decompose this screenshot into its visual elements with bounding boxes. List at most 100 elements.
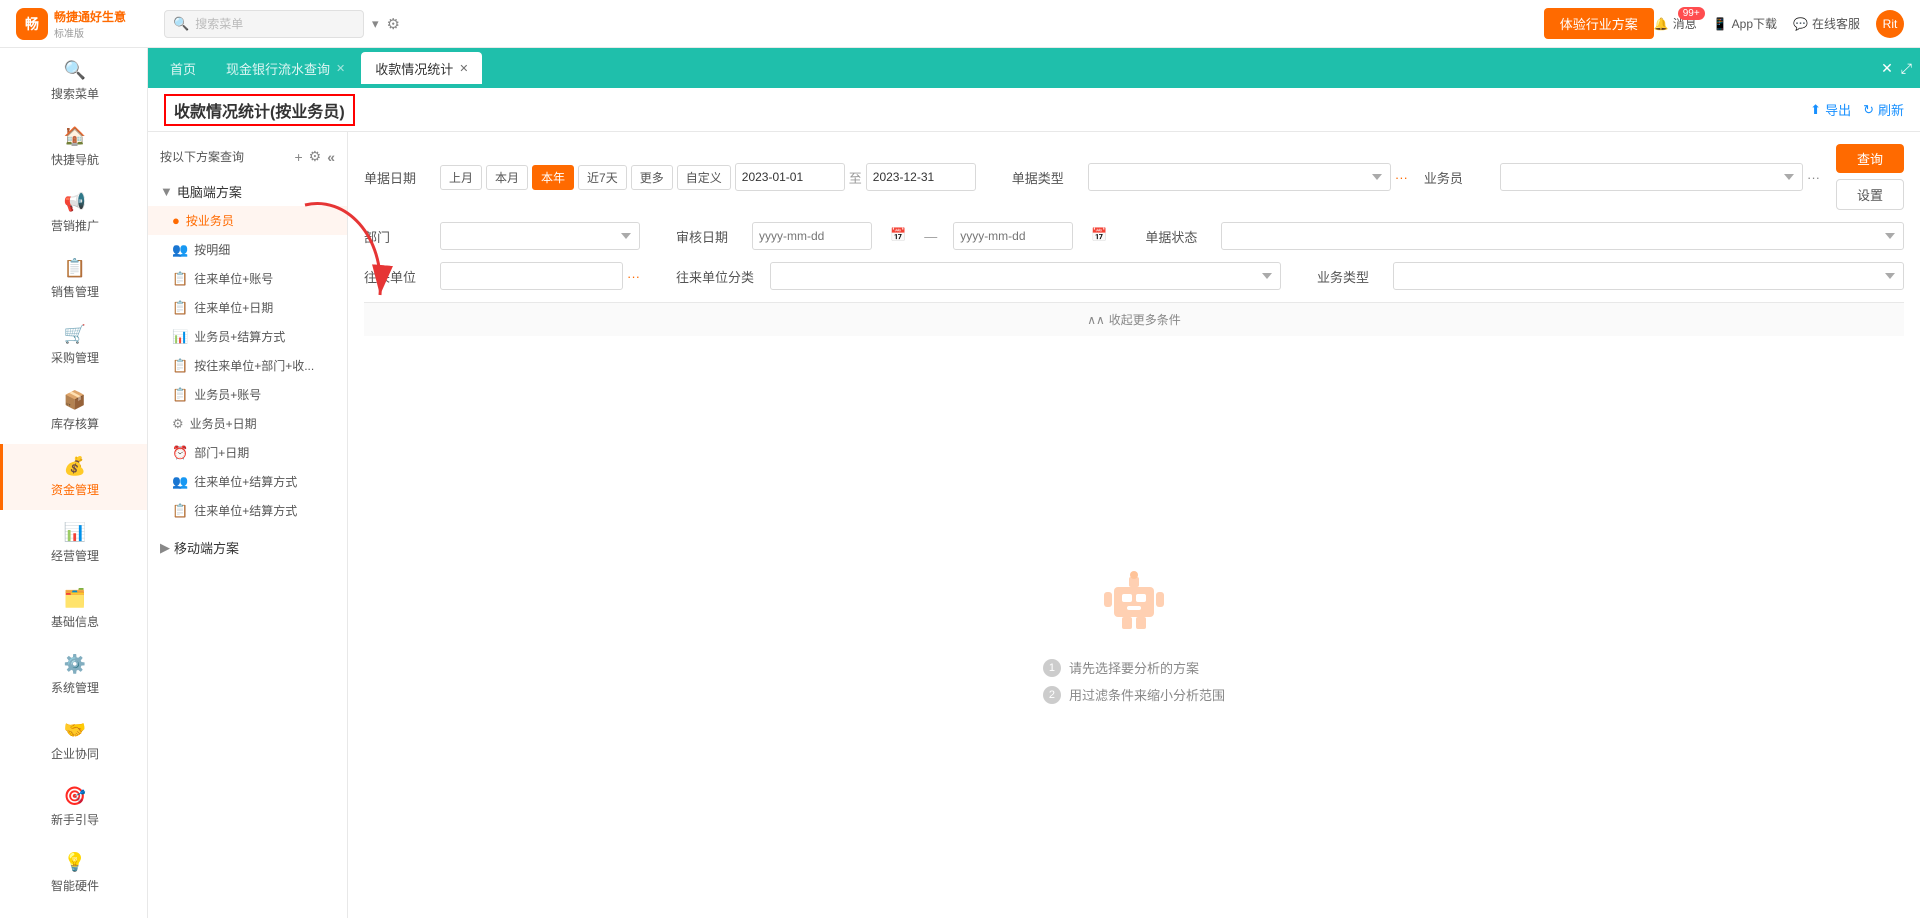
tab-home[interactable]: 首页 — [156, 52, 210, 84]
counterparty-category-select[interactable] — [770, 262, 1281, 290]
settings-btn[interactable]: 设置 — [1836, 179, 1904, 210]
scheme-group-mobile-title[interactable]: ▶ 移动端方案 — [148, 533, 347, 562]
tab-close-all-icon[interactable]: ✕ — [1881, 60, 1893, 77]
date-btn-last-7days[interactable]: 近7天 — [578, 165, 627, 190]
counterparty-input[interactable] — [440, 262, 623, 290]
audit-date-to[interactable] — [953, 222, 1073, 250]
doc-type-more-icon[interactable]: ··· — [1395, 170, 1408, 185]
collapse-label: 收起更多条件 — [1109, 311, 1181, 328]
trial-btn[interactable]: 体验行业方案 — [1544, 8, 1654, 39]
messages-btn[interactable]: 🔔 消息 99+ — [1654, 15, 1697, 32]
date-btn-more[interactable]: 更多 — [631, 165, 673, 190]
sp-account-icon: 📋 — [172, 387, 188, 403]
scheme-collapse-icon[interactable]: « — [327, 149, 335, 165]
search-hint: 搜索菜单 — [195, 15, 243, 32]
doc-type-select[interactable] — [1088, 163, 1391, 191]
scheme-group-mobile-label: 移动端方案 — [174, 538, 239, 557]
sidebar-item-search-menu[interactable]: 🔍 搜索菜单 — [0, 48, 147, 114]
sidebar-item-label: 快捷导航 — [51, 151, 99, 168]
scheme-item-by-unit-date[interactable]: 📋 往来单位+日期 — [148, 293, 347, 322]
top-header: 畅 畅捷通好生意 标准版 🔍 搜索菜单 ▾ ⚙ 体验行业方案 🔔 消息 99+ … — [0, 0, 1920, 48]
calendar-from-icon[interactable]: 📅 — [890, 227, 906, 243]
sidebar-item-system[interactable]: ⚙️ 系统管理 — [0, 642, 147, 708]
sidebar-item-sales[interactable]: 📋 销售管理 — [0, 246, 147, 312]
smart-hw-icon: 💡 — [64, 852, 86, 873]
date-label: 单据日期 — [364, 168, 424, 187]
counterparty-more-icon[interactable]: ··· — [627, 269, 640, 284]
search-icon: 🔍 — [173, 16, 189, 32]
scheme-item-by-unit-method[interactable]: 👥 往来单位+结算方式 — [148, 467, 347, 496]
sidebar-item-base-info[interactable]: 🗂️ 基础信息 — [0, 576, 147, 642]
sidebar-item-guide[interactable]: 🎯 新手引导 — [0, 774, 147, 840]
salesperson-more-icon[interactable]: ··· — [1807, 170, 1820, 185]
date-btn-custom[interactable]: 自定义 — [677, 165, 731, 190]
sidebar-item-enterprise[interactable]: 🤝 企业协同 — [0, 708, 147, 774]
base-info-icon: 🗂️ — [64, 588, 86, 609]
refresh-btn[interactable]: ↻ 刷新 — [1863, 100, 1904, 119]
chevron-right-icon: ▶ — [160, 540, 170, 556]
doc-status-select[interactable] — [1221, 222, 1904, 250]
online-service-btn[interactable]: 💬 在线客服 — [1793, 15, 1860, 32]
sidebar-item-marketing[interactable]: 📢 营销推广 — [0, 180, 147, 246]
scheme-item-by-detail[interactable]: 👥 按明细 — [148, 235, 347, 264]
salesperson-select[interactable] — [1500, 163, 1803, 191]
scheme-item-by-salesperson[interactable]: ● 按业务员 — [148, 206, 347, 235]
scheme-header-icons: + ⚙ « — [294, 148, 335, 165]
scheme-item-by-unit-account[interactable]: 📋 往来单位+账号 — [148, 264, 347, 293]
scheme-item-by-sp-method[interactable]: 📊 业务员+结算方式 — [148, 322, 347, 351]
query-btn[interactable]: 查询 — [1836, 144, 1904, 173]
search-menu-icon: 🔍 — [64, 60, 86, 81]
scheme-add-icon[interactable]: + — [294, 149, 302, 165]
sidebar-item-operations[interactable]: 📊 经营管理 — [0, 510, 147, 576]
tab-receipt-stats-close[interactable]: ✕ — [459, 62, 468, 75]
scheme-item-by-dept-date[interactable]: ⏰ 部门+日期 — [148, 438, 347, 467]
date-btn-this-year[interactable]: 本年 — [532, 165, 574, 190]
tab-bank-flow[interactable]: 现金银行流水查询 ✕ — [212, 52, 359, 84]
sidebar-item-finance[interactable]: 💰 资金管理 — [0, 444, 147, 510]
unit-account-icon: 📋 — [172, 271, 188, 287]
tab-expand-icon[interactable]: ⤢ — [1901, 60, 1912, 77]
date-to-input[interactable] — [866, 163, 976, 191]
date-btn-this-month[interactable]: 本月 — [486, 165, 528, 190]
scheme-item-label: 业务员+结算方式 — [194, 328, 285, 345]
tab-receipt-stats[interactable]: 收款情况统计 ✕ — [361, 52, 482, 84]
dept-select[interactable] — [440, 222, 640, 250]
tab-bar-right: ✕ ⤢ — [1881, 60, 1912, 77]
tab-bank-flow-close[interactable]: ✕ — [336, 62, 345, 75]
export-btn[interactable]: ⬆ 导出 — [1810, 100, 1851, 119]
dept-date-icon: ⏰ — [172, 445, 188, 461]
scheme-header-label: 按以下方案查询 — [160, 148, 244, 165]
purchase-icon: 🛒 — [64, 324, 86, 345]
quick-nav-icon: 🏠 — [64, 126, 86, 147]
scheme-item-by-unit-dept-recv[interactable]: 📋 按往来单位+部门+收... — [148, 351, 347, 380]
sidebar-item-quick-nav[interactable]: 🏠 快捷导航 — [0, 114, 147, 180]
doc-status-label: 单据状态 — [1145, 227, 1205, 246]
scheme-item-by-unit-method2[interactable]: 📋 往来单位+结算方式 — [148, 496, 347, 525]
sidebar-item-purchase[interactable]: 🛒 采购管理 — [0, 312, 147, 378]
scheme-item-by-sp-account[interactable]: 📋 业务员+账号 — [148, 380, 347, 409]
dropdown-icon[interactable]: ▾ — [372, 16, 379, 32]
scheme-item-by-sp-date[interactable]: ⚙ 业务员+日期 — [148, 409, 347, 438]
audit-date-from[interactable] — [752, 222, 872, 250]
empty-state-area: 1 请先选择要分析的方案 2 用过滤条件来缩小分析范围 — [348, 348, 1920, 918]
scheme-settings-icon[interactable]: ⚙ — [309, 148, 322, 165]
date-from-input[interactable] — [735, 163, 845, 191]
date-btn-last-month[interactable]: 上月 — [440, 165, 482, 190]
sidebar-item-label: 销售管理 — [51, 283, 99, 300]
sidebar-item-wechat[interactable]: 💬 企业微信 — [0, 906, 147, 918]
sidebar-item-label: 采购管理 — [51, 349, 99, 366]
sidebar-item-label: 智能硬件 — [51, 877, 99, 894]
collapse-bar[interactable]: ∧∧ 收起更多条件 — [364, 302, 1904, 336]
settings-icon[interactable]: ⚙ — [387, 15, 400, 33]
biz-type-select[interactable] — [1393, 262, 1904, 290]
sidebar-item-inventory[interactable]: 📦 库存核算 — [0, 378, 147, 444]
app-download-btn[interactable]: 📱 App下载 — [1713, 15, 1777, 32]
scheme-group-desktop-title[interactable]: ▼ 电脑端方案 — [148, 177, 347, 206]
calendar-to-icon[interactable]: 📅 — [1091, 227, 1107, 243]
empty-tip-2: 2 用过滤条件来缩小分析范围 — [1043, 685, 1225, 704]
export-icon: ⬆ — [1810, 102, 1821, 118]
salesperson-label: 业务员 — [1424, 168, 1484, 187]
user-avatar[interactable]: Rit — [1876, 10, 1904, 38]
sidebar-item-smart-hw[interactable]: 💡 智能硬件 — [0, 840, 147, 906]
tip-2-text: 用过滤条件来缩小分析范围 — [1069, 685, 1225, 704]
